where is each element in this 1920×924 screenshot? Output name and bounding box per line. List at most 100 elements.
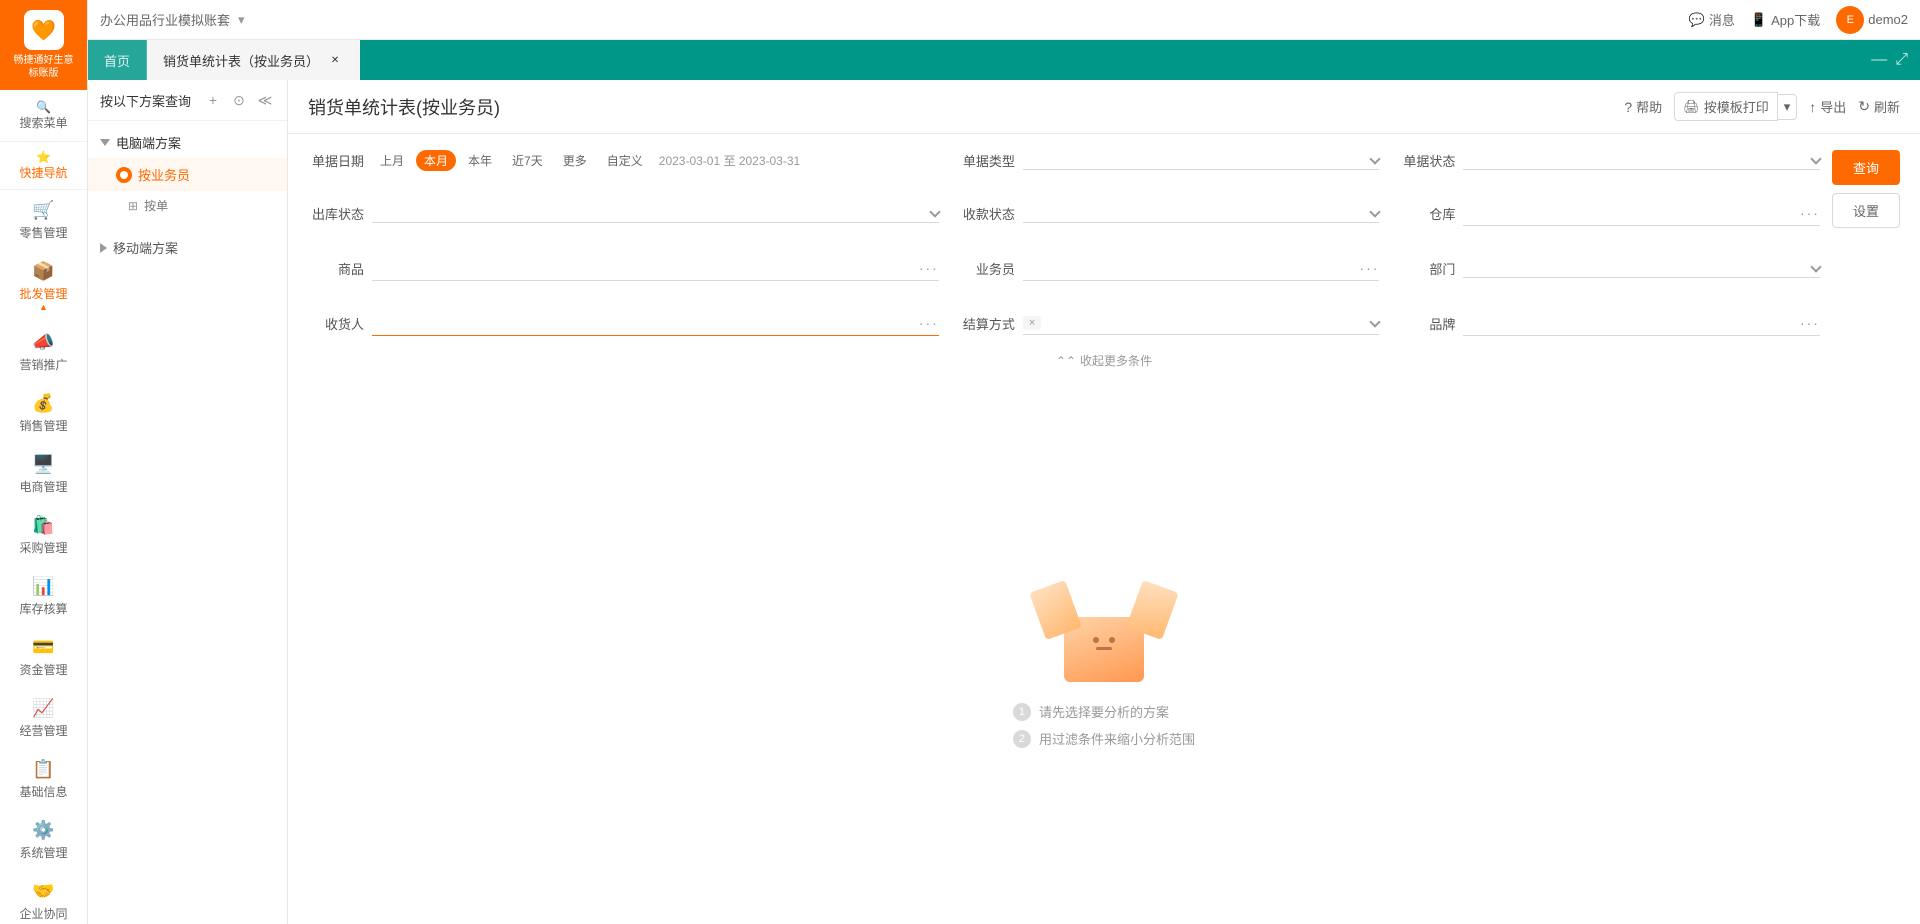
tab-close-icon[interactable]: ✕ bbox=[327, 52, 343, 68]
left-panel-settings-btn[interactable]: ⊙ bbox=[229, 90, 249, 110]
out-status-control[interactable] bbox=[372, 204, 939, 223]
inventory-label: 库存核算 bbox=[19, 600, 67, 617]
settlement-tag-close[interactable]: × bbox=[1029, 317, 1035, 329]
sales-icon: 💰 bbox=[32, 393, 54, 414]
collapse-button[interactable]: ⌃⌃ 收起更多条件 bbox=[1048, 344, 1160, 377]
step-num-1: 1 bbox=[1013, 703, 1031, 721]
eye-right bbox=[1109, 637, 1115, 643]
sidebar-item-ecommerce[interactable]: 🖥️ 电商管理 bbox=[0, 444, 87, 505]
collect-status-chevron bbox=[1370, 206, 1381, 217]
help-btn[interactable]: ? 帮助 bbox=[1624, 97, 1662, 116]
right-action-buttons: 查询 设置 bbox=[1832, 150, 1900, 228]
collect-status-control[interactable] bbox=[1023, 204, 1380, 223]
dept-chevron bbox=[1810, 261, 1821, 272]
salesperson-active-icon bbox=[116, 167, 132, 183]
desktop-section-header[interactable]: 电脑端方案 bbox=[88, 127, 287, 158]
doc-status-control[interactable] bbox=[1463, 151, 1820, 170]
tab-minimize-icon[interactable]: — bbox=[1871, 51, 1887, 69]
salesperson-label: 业务员 bbox=[959, 259, 1015, 278]
empty-step-1: 1 请先选择要分析的方案 bbox=[1013, 702, 1195, 721]
doc-type-control[interactable] bbox=[1023, 151, 1380, 170]
left-panel-item-salesperson[interactable]: 按业务员 bbox=[88, 158, 287, 191]
user-menu[interactable]: E demo2 bbox=[1836, 6, 1908, 34]
user-initial: E bbox=[1847, 14, 1854, 26]
marketing-icon: 📣 bbox=[32, 332, 54, 353]
message-btn[interactable]: 💬 消息 bbox=[1689, 10, 1735, 29]
date-tab-custom[interactable]: 自定义 bbox=[599, 150, 651, 171]
sidebar-item-basic[interactable]: 📋 基础信息 bbox=[0, 749, 87, 810]
settings-button[interactable]: 设置 bbox=[1832, 193, 1900, 228]
mobile-section-header[interactable]: 移动端方案 bbox=[88, 232, 287, 263]
receiver-more-icon: ··· bbox=[919, 315, 939, 331]
warehouse-more-icon: ··· bbox=[1800, 205, 1820, 221]
date-tabs: 上月 本月 本年 近7天 更多 自定义 bbox=[372, 150, 651, 171]
sidebar-item-sales[interactable]: 💰 销售管理 bbox=[0, 383, 87, 444]
app-logo[interactable]: 🧡 畅捷通好生意 标账版 bbox=[0, 0, 87, 90]
sidebar-item-enterprise[interactable]: 🤝 企业协同 bbox=[0, 871, 87, 924]
sidebar-item-system[interactable]: ⚙️ 系统管理 bbox=[0, 810, 87, 871]
operations-icon: 📈 bbox=[32, 698, 54, 719]
settlement-tag: × bbox=[1023, 316, 1041, 330]
sidebar-search[interactable]: 🔍 搜索菜单 bbox=[0, 90, 87, 142]
sidebar-item-marketing[interactable]: 📣 营销推广 bbox=[0, 322, 87, 383]
tab-home[interactable]: 首页 bbox=[88, 40, 147, 80]
operations-label: 经营管理 bbox=[19, 722, 67, 739]
sidebar-item-inventory[interactable]: 📊 库存核算 bbox=[0, 566, 87, 627]
date-tab-last-7[interactable]: 近7天 bbox=[504, 150, 551, 171]
export-label: 导出 bbox=[1820, 97, 1846, 116]
empty-illustration bbox=[1034, 562, 1174, 682]
collapse-up-icon: ⌃⌃ bbox=[1056, 354, 1076, 368]
purchase-icon: 🛍️ bbox=[32, 515, 54, 536]
sidebar-item-operations[interactable]: 📈 经营管理 bbox=[0, 688, 87, 749]
settlement-control[interactable]: × bbox=[1023, 312, 1380, 335]
filter-row-1: 单据日期 上月 本月 本年 近7天 更多 自定义 bbox=[308, 150, 1820, 171]
receiver-control[interactable]: ··· bbox=[372, 311, 939, 336]
right-panel: 销货单统计表(按业务员) ? 帮助 🖨 按模板打印 ▾ ↑ bbox=[288, 80, 1920, 924]
receiver-label: 收货人 bbox=[308, 314, 364, 333]
goods-control[interactable]: ··· bbox=[372, 256, 939, 281]
tab-maximize-icon[interactable]: ⤢ bbox=[1895, 51, 1908, 69]
message-label: 消息 bbox=[1709, 10, 1735, 29]
left-panel-collapse-btn[interactable]: ≪ bbox=[255, 90, 275, 110]
dept-control[interactable] bbox=[1463, 259, 1820, 278]
brand-control[interactable]: ··· bbox=[1463, 311, 1820, 336]
content-area: 按以下方案查询 + ⊙ ≪ 电脑端方案 按 bbox=[88, 80, 1920, 924]
date-tab-more[interactable]: 更多 bbox=[555, 150, 595, 171]
template-print-label: 按模板打印 bbox=[1704, 97, 1769, 116]
warehouse-control[interactable]: ··· bbox=[1463, 201, 1820, 226]
doc-type-chevron bbox=[1370, 153, 1381, 164]
filter-doc-type: 单据类型 bbox=[959, 151, 1380, 170]
settlement-chevron bbox=[1370, 316, 1381, 327]
app-download-btn[interactable]: 📱 App下载 bbox=[1751, 10, 1820, 29]
sidebar-item-retail[interactable]: 🛒 零售管理 bbox=[0, 190, 87, 251]
template-print-dropdown-btn[interactable]: ▾ bbox=[1778, 94, 1798, 120]
tab-sales-stat[interactable]: 销货单统计表（按业务员） ✕ bbox=[147, 40, 360, 80]
filter-brand: 品牌 ··· bbox=[1399, 311, 1820, 336]
date-tab-this-year[interactable]: 本年 bbox=[460, 150, 500, 171]
mobile-section-label: 移动端方案 bbox=[113, 238, 178, 257]
tab-sales-stat-label: 销货单统计表（按业务员） bbox=[163, 51, 319, 70]
query-button[interactable]: 查询 bbox=[1832, 150, 1900, 185]
template-print-main-btn[interactable]: 🖨 按模板打印 bbox=[1674, 92, 1778, 121]
print-icon: 🖨 bbox=[1683, 99, 1700, 115]
filter-date: 单据日期 上月 本月 本年 近7天 更多 自定义 bbox=[308, 150, 939, 171]
sidebar-item-wholesale[interactable]: 📦 批发管理 ▲ bbox=[0, 251, 87, 322]
workspace-dropdown-icon[interactable]: ▾ bbox=[238, 12, 245, 28]
refresh-btn[interactable]: ↻ 刷新 bbox=[1858, 97, 1900, 116]
out-status-chevron bbox=[929, 206, 940, 217]
quick-nav-label: 快捷导航 bbox=[19, 164, 67, 181]
export-btn[interactable]: ↑ 导出 bbox=[1809, 97, 1846, 116]
sidebar-item-purchase[interactable]: 🛍️ 采购管理 bbox=[0, 505, 87, 566]
step-1-text: 请先选择要分析的方案 bbox=[1039, 702, 1169, 721]
salesperson-control[interactable]: ··· bbox=[1023, 256, 1380, 281]
sidebar-quick-nav[interactable]: ⭐ 快捷导航 bbox=[0, 142, 87, 190]
system-icon: ⚙️ bbox=[32, 820, 54, 841]
date-tab-this-month[interactable]: 本月 bbox=[416, 150, 456, 171]
date-tab-last-month[interactable]: 上月 bbox=[372, 150, 412, 171]
collect-status-label: 收款状态 bbox=[959, 204, 1015, 223]
sidebar-item-finance[interactable]: 💳 资金管理 bbox=[0, 627, 87, 688]
left-panel-add-btn[interactable]: + bbox=[203, 90, 223, 110]
workspace-title: 办公用品行业模拟账套 bbox=[100, 10, 230, 29]
left-panel: 按以下方案查询 + ⊙ ≪ 电脑端方案 按 bbox=[88, 80, 288, 924]
left-panel-item-order[interactable]: ⊞ 按单 bbox=[88, 191, 287, 220]
